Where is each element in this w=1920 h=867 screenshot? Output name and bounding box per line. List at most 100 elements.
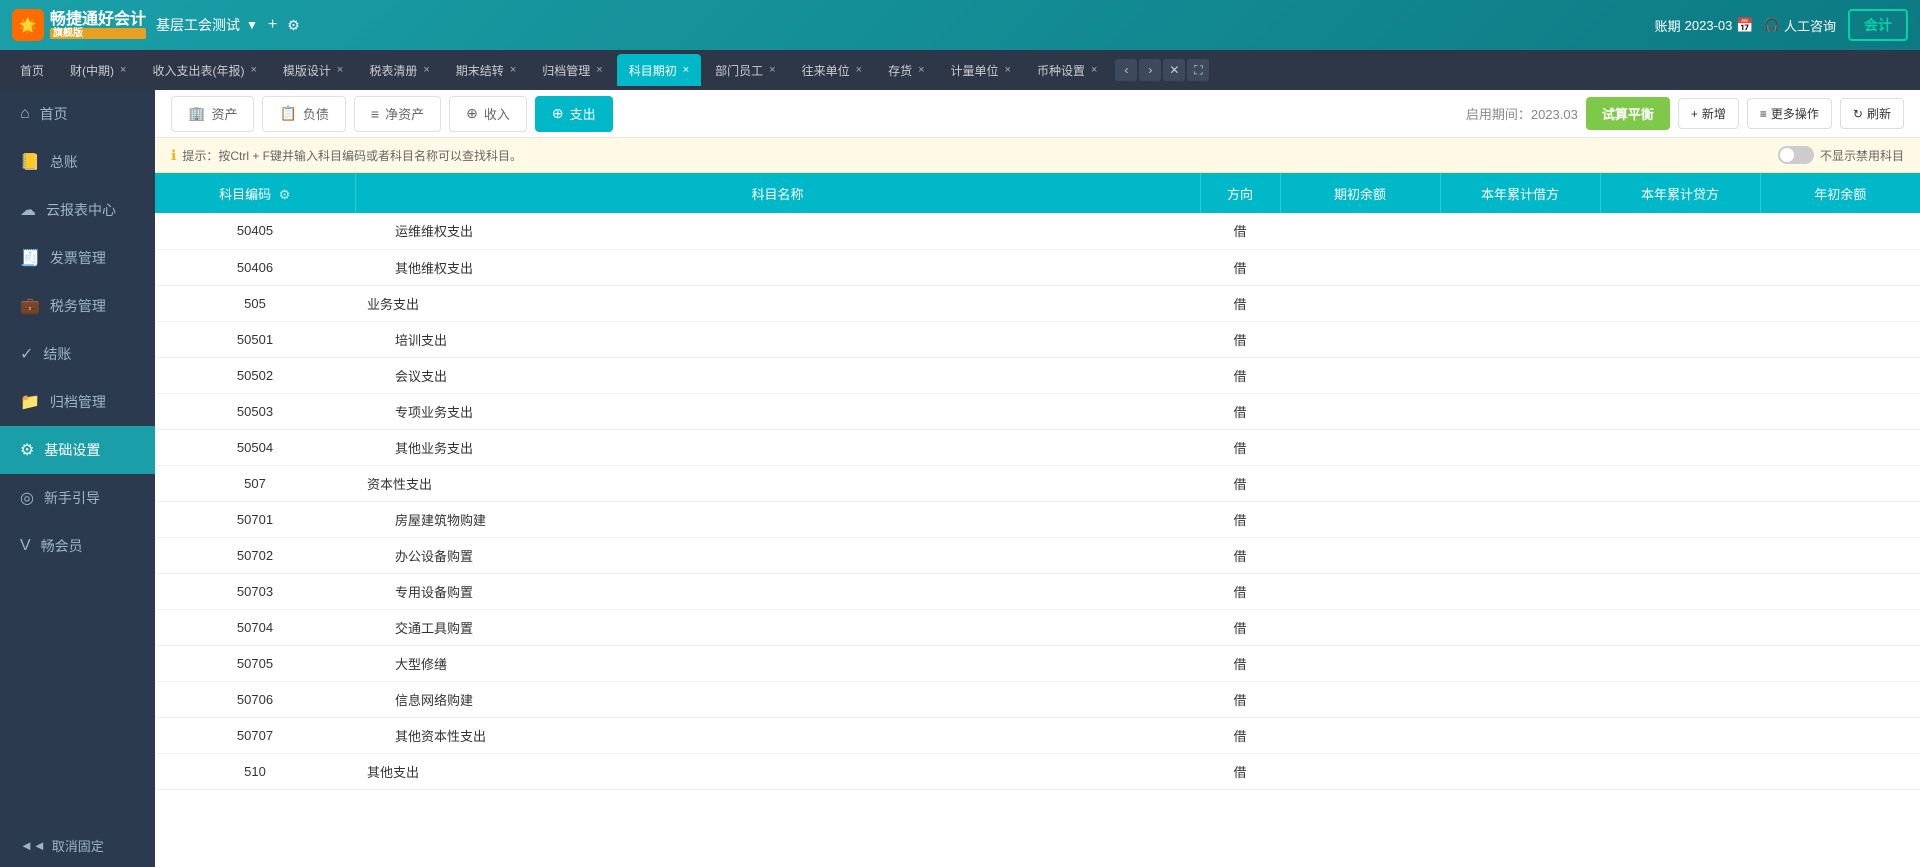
table-row[interactable]: 50701房屋建筑物购建借 [155, 501, 1920, 537]
sub-tab-net-asset[interactable]: ≡ 净资产 [354, 96, 441, 132]
sub-tab-net-asset-label: 净资产 [385, 104, 424, 123]
table-row[interactable]: 50501培训支出借 [155, 321, 1920, 357]
sidebar-item-ledger[interactable]: 📒 总账 [0, 138, 155, 186]
settings-icon[interactable]: ⚙ [287, 17, 300, 34]
ledger-icon: 📒 [20, 152, 40, 172]
dropdown-icon[interactable]: ▼ [246, 18, 258, 32]
sub-tab-liability[interactable]: 📋 负债 [262, 96, 345, 132]
more-button[interactable]: ≡ 更多操作 [1747, 98, 1832, 129]
table-row[interactable]: 50706信息网络购建借 [155, 681, 1920, 717]
tab-counterparty[interactable]: 往来单位 × [790, 54, 874, 86]
sub-tab-income[interactable]: ⊕ 收入 [449, 96, 527, 132]
tab-account-initial-close[interactable]: × [683, 64, 689, 76]
table-row[interactable]: 50406其他维权支出借 [155, 249, 1920, 285]
app-name: 畅捷通好会计 [50, 11, 146, 29]
tab-inventory[interactable]: 存货 × [876, 54, 936, 86]
notice-text: 提示：按Ctrl + F键并输入科目编码或者科目名称可以查找科目。 [182, 147, 522, 164]
add-button[interactable]: + 新增 [1678, 98, 1739, 129]
sidebar-guide-label: 新手引导 [44, 488, 100, 508]
cloud-icon: ☁ [20, 200, 36, 220]
td-direction: 借 [1200, 753, 1280, 789]
sidebar-item-basic-settings[interactable]: ⚙ 基础设置 [0, 426, 155, 474]
sidebar-item-tax[interactable]: 💼 税务管理 [0, 282, 155, 330]
tab-template-design[interactable]: 模版设计 × [271, 54, 355, 86]
sidebar-item-settlement[interactable]: ✓ 结账 [0, 330, 155, 378]
content-area: 🏢 资产 📋 负债 ≡ 净资产 ⊕ 收入 ⊕ 支出 启用期间：2023.03 [155, 90, 1920, 867]
tab-template-design-close[interactable]: × [337, 64, 343, 76]
td-direction: 借 [1200, 681, 1280, 717]
settlement-icon: ✓ [20, 344, 33, 364]
tab-dept-employee[interactable]: 部门员工 × [703, 54, 787, 86]
sidebar: ⌂ 首页 📒 总账 ☁ 云报表中心 🧾 发票管理 💼 税务管理 ✓ 结账 📁 归… [0, 90, 155, 867]
td-name: 专项业务支出 [355, 393, 1200, 429]
tab-tax-clear[interactable]: 税表清册 × [357, 54, 441, 86]
expense-icon: ⊕ [552, 105, 564, 122]
tab-unit-measure-close[interactable]: × [1005, 64, 1011, 76]
sub-tab-expense[interactable]: ⊕ 支出 [535, 96, 613, 132]
table-row[interactable]: 50405运维维权支出借 [155, 213, 1920, 249]
tab-nav-next[interactable]: › [1139, 59, 1161, 81]
tab-archive[interactable]: 归档管理 × [530, 54, 614, 86]
tab-close-all[interactable]: ✕ [1163, 59, 1185, 81]
tab-period-end[interactable]: 期末结转 × [444, 54, 528, 86]
tab-account-initial-label: 科目期初 [629, 62, 677, 79]
td-annual-credit [1600, 573, 1760, 609]
table-container[interactable]: 科目编码 ⚙ 科目名称 方向 期初余额 本年累计借方 本年累计贷方 年初余额 5… [155, 173, 1920, 867]
tab-account-initial[interactable]: 科目期初 × [617, 54, 701, 86]
tab-inventory-close[interactable]: × [918, 64, 924, 76]
tab-currency[interactable]: 币种设置 × [1025, 54, 1109, 86]
td-annual-credit [1600, 285, 1760, 321]
sub-tab-asset[interactable]: 🏢 资产 [171, 96, 254, 132]
support-button[interactable]: 🎧 人工咨询 [1764, 16, 1836, 35]
table-row[interactable]: 50705大型修缮借 [155, 645, 1920, 681]
gear-icon[interactable]: ⚙ [279, 187, 291, 202]
table-row[interactable]: 505业务支出借 [155, 285, 1920, 321]
table-row[interactable]: 50704交通工具购置借 [155, 609, 1920, 645]
account-button[interactable]: 会计 [1848, 9, 1908, 41]
td-year-balance [1760, 645, 1920, 681]
tab-counterparty-close[interactable]: × [856, 64, 862, 76]
sidebar-item-guide[interactable]: ◎ 新手引导 [0, 474, 155, 522]
tab-income-annual[interactable]: 收入支出表(年报) × [140, 54, 268, 86]
tab-dept-employee-close[interactable]: × [769, 64, 775, 76]
table-row[interactable]: 50703专用设备购置借 [155, 573, 1920, 609]
toolbar-right: 试算平衡 + 新增 ≡ 更多操作 ↻ 刷新 [1586, 97, 1904, 130]
table-row[interactable]: 510其他支出借 [155, 753, 1920, 789]
tab-report-interim[interactable]: 财(中期) × [58, 54, 138, 86]
sidebar-item-invoice[interactable]: 🧾 发票管理 [0, 234, 155, 282]
sidebar-item-home[interactable]: ⌂ 首页 [0, 90, 155, 138]
sidebar-tax-label: 税务管理 [50, 296, 106, 316]
sidebar-item-vip[interactable]: V 畅会员 [0, 522, 155, 570]
tab-archive-close[interactable]: × [596, 64, 602, 76]
table-row[interactable]: 50503专项业务支出借 [155, 393, 1920, 429]
table-row[interactable]: 50504其他业务支出借 [155, 429, 1920, 465]
td-name: 办公设备购置 [355, 537, 1200, 573]
sidebar-collapse-button[interactable]: ◄◄ 取消固定 [0, 824, 155, 867]
tab-period-end-close[interactable]: × [510, 64, 516, 76]
table-row[interactable]: 507资本性支出借 [155, 465, 1920, 501]
tab-report-interim-close[interactable]: × [120, 64, 126, 76]
tab-home[interactable]: 首页 [8, 54, 56, 86]
calc-balance-button[interactable]: 试算平衡 [1586, 97, 1670, 130]
header-company[interactable]: 基层工会测试 ▼ + ⚙ [156, 15, 1645, 35]
tab-expand[interactable]: ⛶ [1187, 59, 1209, 81]
tab-nav-prev[interactable]: ‹ [1115, 59, 1137, 81]
td-direction: 借 [1200, 501, 1280, 537]
sidebar-item-archive[interactable]: 📁 归档管理 [0, 378, 155, 426]
table-row[interactable]: 50707其他资本性支出借 [155, 717, 1920, 753]
tab-unit-measure[interactable]: 计量单位 × [939, 54, 1023, 86]
toggle-disabled-switch[interactable] [1778, 146, 1814, 164]
app-edition: 旗舰版 [50, 28, 146, 39]
tab-income-annual-close[interactable]: × [250, 64, 256, 76]
sidebar-item-cloud-report[interactable]: ☁ 云报表中心 [0, 186, 155, 234]
calendar-icon[interactable]: 📅 [1736, 17, 1753, 34]
add-company-icon[interactable]: + [268, 16, 277, 34]
td-annual-credit [1600, 393, 1760, 429]
tab-inventory-label: 存货 [888, 62, 912, 79]
tab-currency-close[interactable]: × [1091, 64, 1097, 76]
table-row[interactable]: 50502会议支出借 [155, 357, 1920, 393]
table-row[interactable]: 50702办公设备购置借 [155, 537, 1920, 573]
tax-icon: 💼 [20, 296, 40, 316]
tab-tax-clear-close[interactable]: × [423, 64, 429, 76]
refresh-button[interactable]: ↻ 刷新 [1840, 98, 1904, 129]
